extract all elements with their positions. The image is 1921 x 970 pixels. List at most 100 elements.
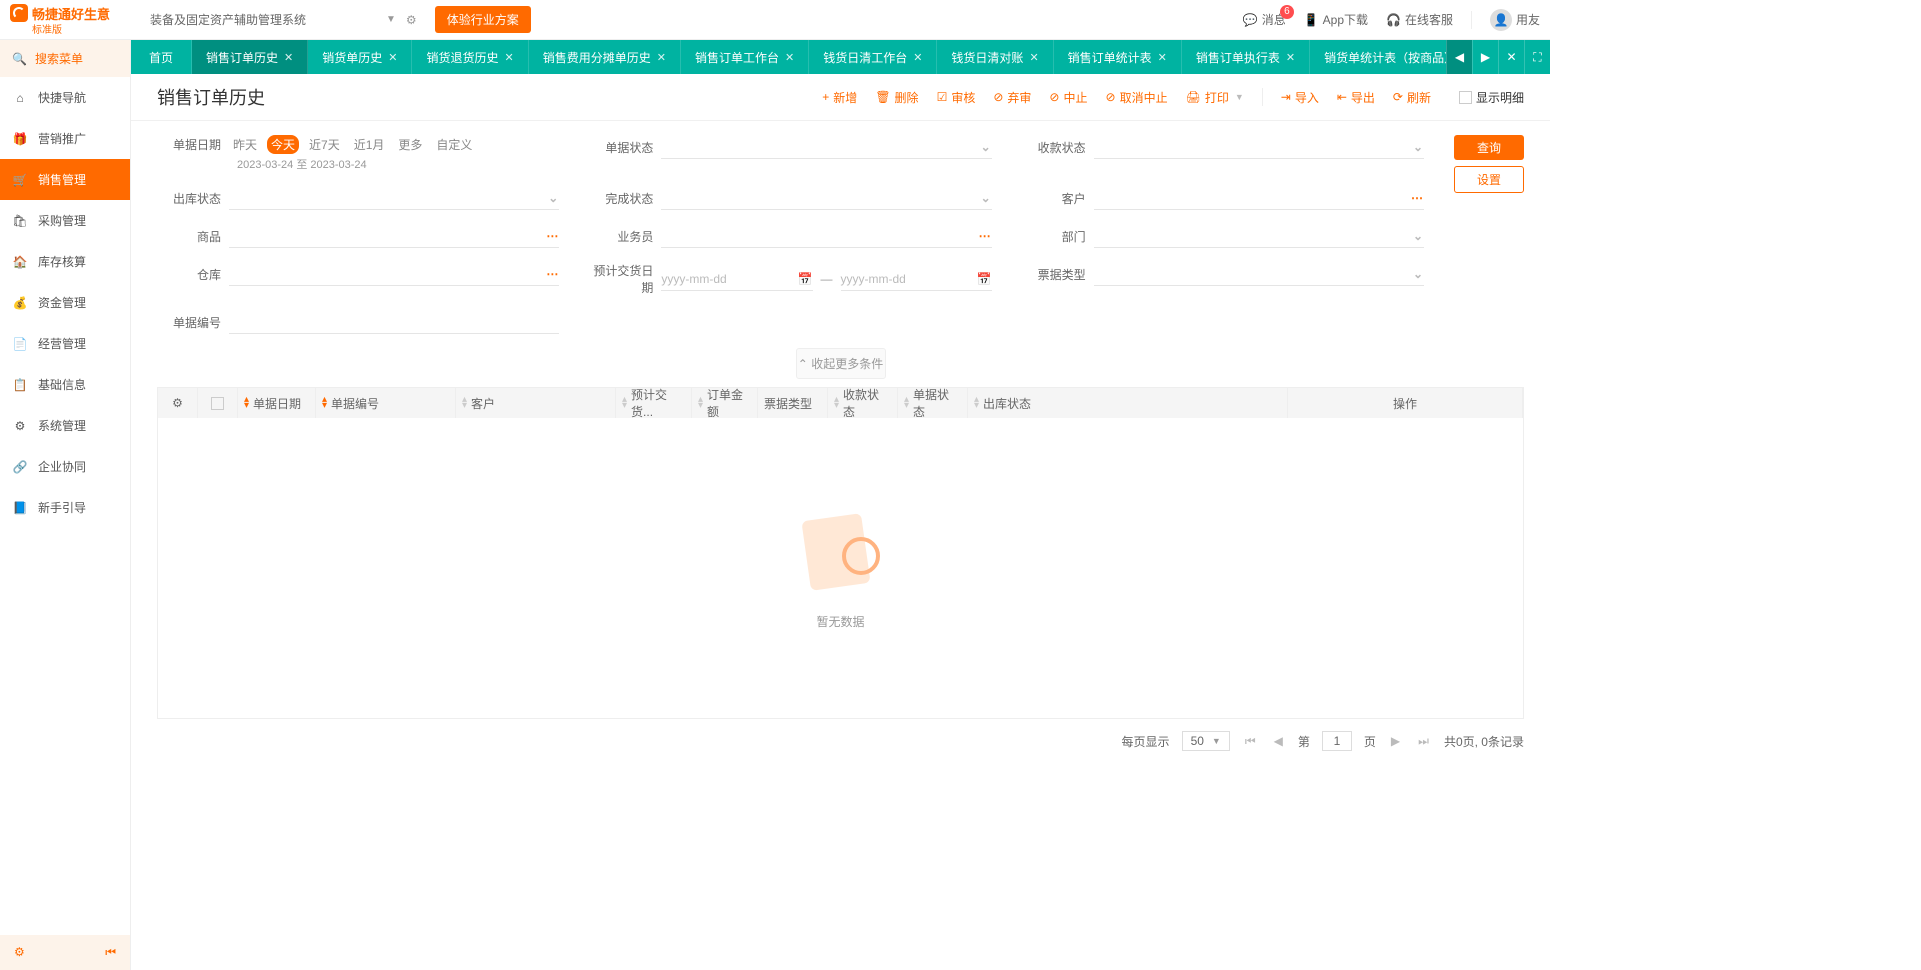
sidebar-item-6[interactable]: 📄经营管理 xyxy=(0,323,130,364)
select-all[interactable] xyxy=(198,388,238,418)
tab-9[interactable]: 销售订单执行表✕ xyxy=(1182,40,1310,74)
close-icon[interactable]: ✕ xyxy=(1158,51,1167,64)
app-download-button[interactable]: 📱 App下载 xyxy=(1304,11,1368,28)
filter-warehouse[interactable]: 仓库 ⋯ xyxy=(157,262,559,286)
tab-close-all[interactable]: ✕ xyxy=(1498,40,1524,74)
tab-4[interactable]: 销售费用分摊单历史✕ xyxy=(529,40,681,74)
filter-pay-status[interactable]: 收款状态 ⌄ xyxy=(1022,135,1424,159)
export-button[interactable]: ⇤导出 xyxy=(1337,89,1375,106)
filter-doc-no[interactable]: 单据编号 xyxy=(157,310,559,334)
page-size-select[interactable]: 50▼ xyxy=(1182,731,1230,751)
delete-button[interactable]: 🗑删除 xyxy=(875,89,918,106)
filter-out-status[interactable]: 出库状态 ⌄ xyxy=(157,186,559,210)
user-menu[interactable]: 👤 用友 xyxy=(1490,9,1540,31)
close-icon[interactable]: ✕ xyxy=(657,51,666,64)
discard-button[interactable]: ⊘弃审 xyxy=(993,89,1031,106)
sidebar-item-3[interactable]: 🛍采购管理 xyxy=(0,200,130,241)
page-first[interactable]: ⏮ xyxy=(1242,734,1259,749)
col-ticket[interactable]: 票据类型 xyxy=(758,388,828,418)
col-expect[interactable]: ▴▾预计交货... xyxy=(616,388,692,418)
messages-button[interactable]: 💬 消息 6 xyxy=(1243,11,1286,28)
tab-scroll-right[interactable]: ▶ xyxy=(1472,40,1498,74)
col-date[interactable]: ▴▾单据日期 xyxy=(238,388,316,418)
show-detail-toggle[interactable]: 显示明细 xyxy=(1459,89,1524,106)
sidebar-item-4[interactable]: 🏠库存核算 xyxy=(0,241,130,282)
collapse-sidebar-icon[interactable]: ⏮ xyxy=(105,945,116,960)
tab-label: 首页 xyxy=(149,49,173,66)
tab-3[interactable]: 销货退货历史✕ xyxy=(412,40,528,74)
col-docno[interactable]: ▴▾单据编号 xyxy=(316,388,456,418)
column-settings[interactable]: ⚙ xyxy=(158,388,198,418)
tab-6[interactable]: 钱货日清工作台✕ xyxy=(809,40,937,74)
close-icon[interactable]: ✕ xyxy=(1286,51,1295,64)
page-prev[interactable]: ◀ xyxy=(1271,734,1286,748)
expect-date-to[interactable]: yyyy-mm-dd📅 xyxy=(841,267,992,291)
sidebar-item-9[interactable]: 🔗企业协同 xyxy=(0,446,130,487)
collapse-filters-button[interactable]: ⌃ 收起更多条件 xyxy=(796,348,886,379)
stop-button[interactable]: ⊘中止 xyxy=(1049,89,1087,106)
add-button[interactable]: +新增 xyxy=(822,89,857,106)
date-shortcut-2[interactable]: 近7天 xyxy=(305,135,344,154)
tab-1[interactable]: 销售订单历史✕ xyxy=(192,40,308,74)
more-icon: ⋯ xyxy=(979,229,992,243)
col-amount[interactable]: ▴▾订单金额 xyxy=(692,388,758,418)
online-service-button[interactable]: 🎧 在线客服 xyxy=(1386,11,1453,28)
audit-button[interactable]: ☑审核 xyxy=(937,89,976,106)
page-next[interactable]: ▶ xyxy=(1388,734,1403,748)
user-name: 用友 xyxy=(1516,11,1540,28)
filter-goods[interactable]: 商品 ⋯ xyxy=(157,224,559,248)
filter-doc-status[interactable]: 单据状态 ⌄ xyxy=(589,135,991,159)
unstop-button[interactable]: ⊘取消中止 xyxy=(1106,89,1168,106)
close-icon[interactable]: ✕ xyxy=(505,51,514,64)
tab-5[interactable]: 销售订单工作台✕ xyxy=(681,40,809,74)
sidebar-item-8[interactable]: ⚙系统管理 xyxy=(0,405,130,446)
tab-10[interactable]: 销货单统计表（按商品）✕ xyxy=(1310,40,1446,74)
page-input[interactable]: 1 xyxy=(1322,731,1352,751)
close-icon[interactable]: ✕ xyxy=(785,51,794,64)
more-icon: ⋯ xyxy=(1411,191,1424,205)
close-icon[interactable]: ✕ xyxy=(1029,51,1038,64)
page-last[interactable]: ⏭ xyxy=(1415,734,1432,749)
sidebar-item-0[interactable]: ⌂快捷导航 xyxy=(0,77,130,118)
sidebar-item-1[interactable]: 🎁营销推广 xyxy=(0,118,130,159)
col-outstatus[interactable]: ▴▾出库状态 xyxy=(968,388,1288,418)
tab-scroll-left[interactable]: ◀ xyxy=(1446,40,1472,74)
filter-dept[interactable]: 部门 ⌄ xyxy=(1022,224,1424,248)
tab-8[interactable]: 销售订单统计表✕ xyxy=(1054,40,1182,74)
date-shortcut-4[interactable]: 更多 xyxy=(394,135,426,154)
gear-icon[interactable]: ⚙ xyxy=(14,945,25,960)
query-button[interactable]: 查询 xyxy=(1454,135,1524,160)
tab-0[interactable]: 首页 xyxy=(131,40,192,74)
tab-2[interactable]: 销货单历史✕ xyxy=(308,40,412,74)
close-icon[interactable]: ✕ xyxy=(388,51,397,64)
filter-done-status[interactable]: 完成状态 ⌄ xyxy=(589,186,991,210)
sidebar-search[interactable]: 🔍 搜索菜单 xyxy=(0,40,130,77)
tab-fullscreen[interactable]: ⛶ xyxy=(1524,40,1550,74)
industry-plan-button[interactable]: 体验行业方案 xyxy=(435,6,531,33)
filter-customer[interactable]: 客户 ⋯ xyxy=(1022,186,1424,210)
sidebar-item-2[interactable]: 🛒销售管理 xyxy=(0,159,130,200)
sidebar-item-5[interactable]: 💰资金管理 xyxy=(0,282,130,323)
setting-button[interactable]: 设置 xyxy=(1454,166,1524,193)
expect-date-from[interactable]: yyyy-mm-dd📅 xyxy=(661,267,812,291)
date-shortcut-1[interactable]: 今天 xyxy=(267,135,299,154)
chevron-down-icon: ⌄ xyxy=(981,191,992,205)
sidebar-item-7[interactable]: 📋基础信息 xyxy=(0,364,130,405)
date-shortcut-3[interactable]: 近1月 xyxy=(350,135,389,154)
tab-7[interactable]: 钱货日清对账✕ xyxy=(937,40,1053,74)
col-paystatus[interactable]: ▴▾收款状态 xyxy=(828,388,898,418)
date-shortcut-5[interactable]: 自定义 xyxy=(432,135,476,154)
import-button[interactable]: ⇥导入 xyxy=(1281,89,1319,106)
close-icon[interactable]: ✕ xyxy=(913,51,922,64)
close-icon[interactable]: ✕ xyxy=(284,51,293,64)
system-selector[interactable]: 装备及固定资产辅助管理系统 ▼ xyxy=(150,11,396,28)
col-docstatus[interactable]: ▴▾单据状态 xyxy=(898,388,968,418)
filter-ticket-type[interactable]: 票据类型 ⌄ xyxy=(1022,262,1424,286)
refresh-button[interactable]: ⟳刷新 xyxy=(1393,89,1431,106)
settings-icon[interactable]: ⚙ xyxy=(406,13,417,27)
sidebar-item-10[interactable]: 📘新手引导 xyxy=(0,487,130,528)
date-shortcut-0[interactable]: 昨天 xyxy=(229,135,261,154)
col-customer[interactable]: ▴▾客户 xyxy=(456,388,616,418)
filter-salesman[interactable]: 业务员 ⋯ xyxy=(589,224,991,248)
print-button[interactable]: 🖨打印▼ xyxy=(1186,89,1244,106)
